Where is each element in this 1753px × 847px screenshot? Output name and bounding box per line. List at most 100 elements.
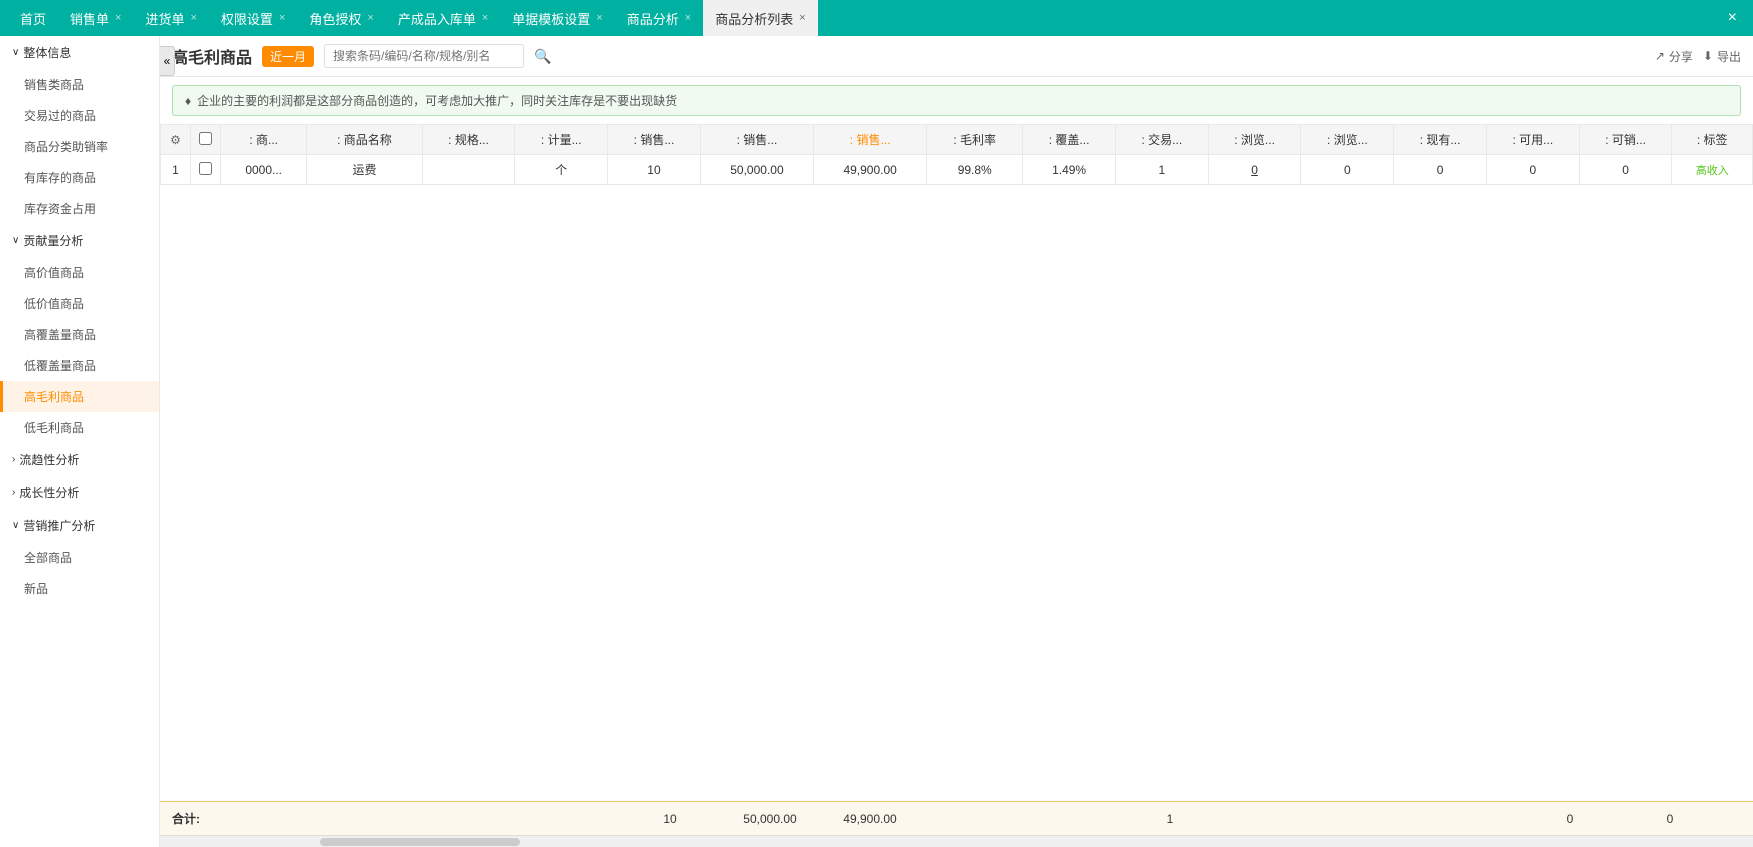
column-code[interactable]: : 商... [221, 125, 307, 155]
nav-permission-settings[interactable]: 权限设置 × [209, 0, 297, 36]
column-gross-rate[interactable]: : 毛利率 [927, 125, 1023, 155]
sidebar-item-low-coverage[interactable]: 低覆盖量商品 [0, 350, 159, 381]
total-available: 0 [1530, 812, 1610, 826]
table-header-row: ⚙ : 商... : 商品名称 : 规格... : 计量... : 销售... … [161, 125, 1753, 155]
row-browse1[interactable]: 0 [1208, 155, 1301, 185]
column-spec[interactable]: : 规格... [422, 125, 515, 155]
sidebar-item-high-margin[interactable]: 高毛利商品 [0, 381, 159, 412]
sidebar-item-low-margin[interactable]: 低毛利商品 [0, 412, 159, 443]
banner-text: 企业的主要的利润都是这部分商品创造的，可考虑加大推广，同时关注库存是不要出现缺货 [197, 92, 677, 109]
share-icon: ↗ [1655, 49, 1665, 63]
row-checkbox[interactable] [199, 162, 212, 175]
column-tag[interactable]: : 标签 [1672, 125, 1753, 155]
sidebar-item-sales-goods[interactable]: 销售类商品 [0, 69, 159, 100]
sidebar-section-overall[interactable]: ∨ 整体信息 [0, 36, 159, 69]
sidebar-item-traded-goods[interactable]: 交易过的商品 [0, 100, 159, 131]
column-transaction[interactable]: : 交易... [1115, 125, 1208, 155]
sidebar-item-high-coverage[interactable]: 高覆盖量商品 [0, 319, 159, 350]
window-close-button[interactable]: × [1720, 9, 1745, 27]
row-gross-rate: 99.8% [927, 155, 1023, 185]
search-button[interactable]: 🔍 [534, 48, 551, 65]
share-button[interactable]: ↗ 分享 [1655, 48, 1693, 65]
export-button[interactable]: ⬇ 导出 [1703, 48, 1741, 65]
page-title: 高毛利商品 [172, 44, 252, 68]
column-unit[interactable]: : 计量... [515, 125, 608, 155]
close-template[interactable]: × [596, 12, 602, 24]
close-product-analysis[interactable]: × [685, 12, 691, 24]
header-actions: ↗ 分享 ⬇ 导出 [1655, 48, 1741, 65]
row-sales2: 50,000.00 [700, 155, 813, 185]
content-header: 高毛利商品 近一月 🔍 ↗ 分享 ⬇ 导出 [160, 36, 1753, 77]
sidebar-collapse-button[interactable]: « [160, 46, 175, 76]
close-role-auth[interactable]: × [367, 12, 373, 24]
nav-product-warehousing[interactable]: 产成品入库单 × [386, 0, 500, 36]
column-checkbox[interactable] [191, 125, 221, 155]
row-saleable: 0 [1579, 155, 1672, 185]
total-sales1: 10 [630, 812, 710, 826]
arrow-marketing: ∨ [12, 520, 19, 531]
column-current[interactable]: : 现有... [1394, 125, 1487, 155]
row-current: 0 [1394, 155, 1487, 185]
column-browse1[interactable]: : 浏览... [1208, 125, 1301, 155]
sidebar-item-in-stock[interactable]: 有库存的商品 [0, 162, 159, 193]
row-spec [422, 155, 515, 185]
time-filter-button[interactable]: 近一月 [262, 46, 314, 67]
browse1-link[interactable]: 0 [1251, 163, 1258, 177]
nav-sales-order[interactable]: 销售单 × [58, 0, 133, 36]
close-product-analysis-list[interactable]: × [799, 12, 805, 24]
top-navigation: 首页 销售单 × 进货单 × 权限设置 × 角色授权 × 产成品入库单 × 单据… [0, 0, 1753, 36]
row-unit: 个 [515, 155, 608, 185]
sidebar: ∨ 整体信息 销售类商品 交易过的商品 商品分类助销率 有库存的商品 库存资金占… [0, 36, 160, 847]
column-sales2[interactable]: : 销售... [700, 125, 813, 155]
sidebar-item-new-goods[interactable]: 新品 [0, 573, 159, 604]
export-icon: ⬇ [1703, 49, 1713, 63]
table-row: 1 0000... 运费 个 10 50,000.00 49,900.00 99… [161, 155, 1753, 185]
sidebar-section-trend[interactable]: › 流趋性分析 [0, 443, 159, 476]
sidebar-item-capital-occupation[interactable]: 库存资金占用 [0, 193, 159, 224]
horizontal-scrollbar[interactable] [160, 835, 1753, 847]
arrow-trend: › [12, 454, 15, 465]
column-available[interactable]: : 可用... [1486, 125, 1579, 155]
nav-home[interactable]: 首页 [8, 0, 58, 36]
nav-product-analysis[interactable]: 商品分析 × [615, 0, 703, 36]
column-sales1[interactable]: : 销售... [608, 125, 701, 155]
total-label: 合计: [172, 810, 200, 827]
column-coverage[interactable]: : 覆盖... [1023, 125, 1116, 155]
sidebar-section-contribution[interactable]: ∨ 贡献量分析 [0, 224, 159, 257]
data-table: ⚙ : 商... : 商品名称 : 规格... : 计量... : 销售... … [160, 124, 1753, 185]
close-sales-order[interactable]: × [115, 12, 121, 24]
column-saleable[interactable]: : 可销... [1579, 125, 1672, 155]
total-sales2: 50,000.00 [730, 812, 810, 826]
column-sales3[interactable]: : 销售... [814, 125, 927, 155]
total-transaction: 1 [1130, 812, 1210, 826]
row-checkbox-cell[interactable] [191, 155, 221, 185]
row-code: 0000... [221, 155, 307, 185]
search-input[interactable] [324, 44, 524, 68]
close-permission[interactable]: × [279, 12, 285, 24]
sidebar-item-category-rate[interactable]: 商品分类助销率 [0, 131, 159, 162]
nav-template-settings[interactable]: 单据模板设置 × [500, 0, 614, 36]
row-sales1: 10 [608, 155, 701, 185]
sidebar-section-marketing[interactable]: ∨ 营销推广分析 [0, 509, 159, 542]
row-name: 运费 [307, 155, 422, 185]
row-num: 1 [161, 155, 191, 185]
scrollbar-thumb[interactable] [320, 838, 520, 846]
column-name[interactable]: : 商品名称 [307, 125, 422, 155]
data-table-wrapper[interactable]: ⚙ : 商... : 商品名称 : 规格... : 计量... : 销售... … [160, 124, 1753, 801]
nav-purchase-order[interactable]: 进货单 × [133, 0, 208, 36]
select-all-checkbox[interactable] [199, 132, 212, 145]
sidebar-item-low-value[interactable]: 低价值商品 [0, 288, 159, 319]
close-purchase-order[interactable]: × [190, 12, 196, 24]
arrow-contribution: ∨ [12, 235, 19, 246]
sidebar-item-high-value[interactable]: 高价值商品 [0, 257, 159, 288]
close-product-warehousing[interactable]: × [482, 12, 488, 24]
footer-total-row: 合计: 10 50,000.00 49,900.00 1 0 0 [160, 801, 1753, 835]
column-browse2[interactable]: : 浏览... [1301, 125, 1394, 155]
sidebar-item-all-goods[interactable]: 全部商品 [0, 542, 159, 573]
row-browse2: 0 [1301, 155, 1394, 185]
sidebar-section-growth[interactable]: › 成长性分析 [0, 476, 159, 509]
nav-role-auth[interactable]: 角色授权 × [297, 0, 385, 36]
arrow-overall: ∨ [12, 47, 19, 58]
column-settings-icon[interactable]: ⚙ [161, 125, 191, 155]
nav-product-analysis-list[interactable]: 商品分析列表 × [703, 0, 817, 36]
